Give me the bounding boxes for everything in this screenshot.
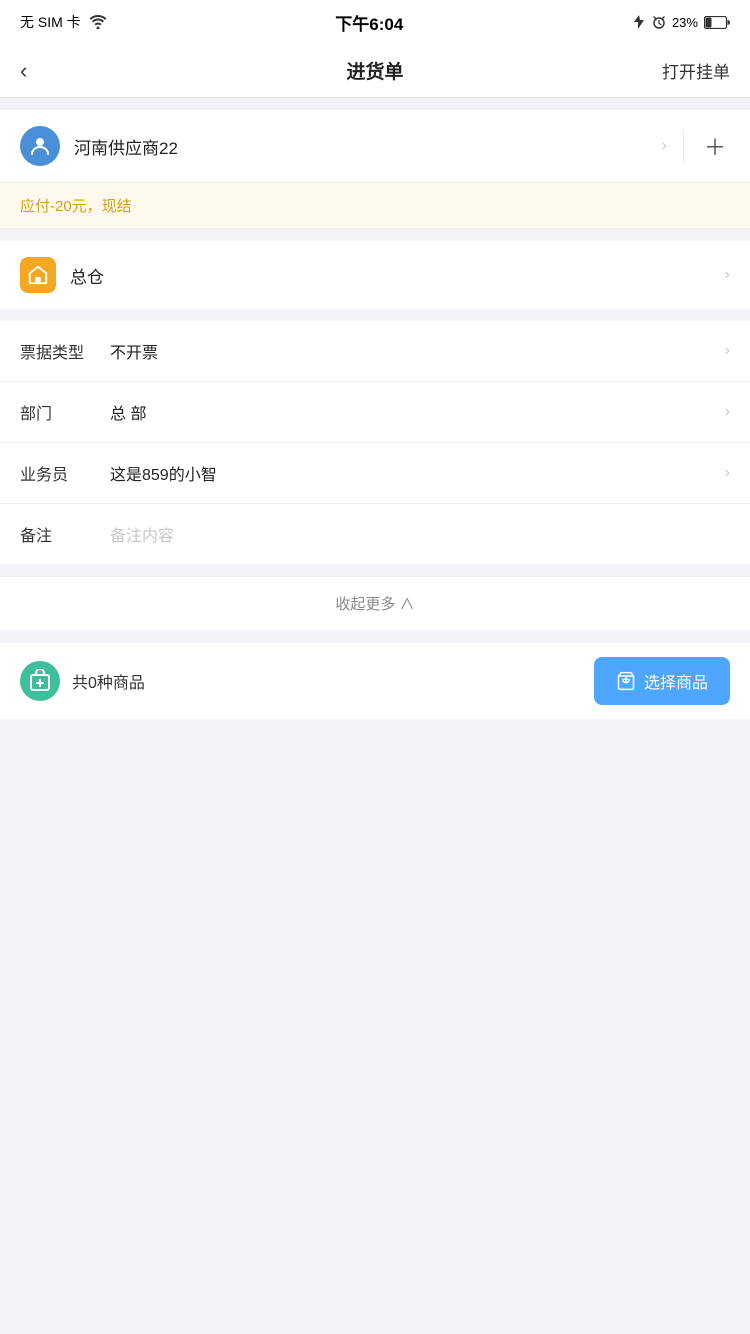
page-title: 进货单 [346,57,403,84]
battery-icon [704,16,730,29]
remark-row[interactable]: 备注 备注内容 [0,504,750,564]
warehouse-section: 总仓 › [0,241,750,309]
wifi-icon [89,15,107,29]
main-background [0,719,750,1019]
product-icon [20,661,60,701]
sales-rep-row[interactable]: 业务员 这是859的小智 › [0,443,750,504]
status-bar: 无 SIM 卡 下午6:04 23% [0,0,750,44]
ticket-type-label: 票据类型 [20,339,110,363]
select-product-button[interactable]: 选择商品 [594,657,730,705]
location-icon [632,15,646,29]
ticket-type-chevron-icon: › [725,342,730,360]
nav-bar: ‹ 进货单 打开挂单 [0,44,750,98]
remark-label: 备注 [20,522,110,546]
department-row[interactable]: 部门 总 部 › [0,382,750,443]
bottom-bar: 共0种商品 选择商品 [0,642,750,719]
collapse-label: 收起更多 ∧ [335,593,414,614]
ticket-type-row[interactable]: 票据类型 不开票 › [0,321,750,382]
supplier-avatar [20,126,60,166]
department-chevron-icon: › [725,403,730,421]
sales-rep-chevron-icon: › [725,464,730,482]
cart-icon [616,671,636,691]
sales-rep-value: 这是859的小智 [110,461,725,485]
status-time: 下午6:04 [335,10,403,35]
add-supplier-button[interactable]: ＋ [700,126,730,166]
warehouse-icon [20,257,56,293]
open-pending-button[interactable]: 打开挂单 [662,58,730,83]
collapse-row[interactable]: 收起更多 ∧ [0,576,750,630]
warehouse-chevron-icon: › [725,266,730,284]
form-section: 票据类型 不开票 › 部门 总 部 › 业务员 这是859的小智 › 备注 备注… [0,321,750,564]
supplier-notice: 应付-20元，现结 [0,183,750,229]
mid-divider1 [0,229,750,241]
top-divider [0,98,750,110]
select-product-label: 选择商品 [644,669,708,693]
supplier-section: 河南供应商22 › ＋ 应付-20元，现结 [0,110,750,229]
product-count-label: 共0种商品 [72,669,594,693]
ticket-type-value: 不开票 [110,339,725,363]
no-sim-label: 无 SIM 卡 [20,12,81,32]
supplier-row[interactable]: 河南供应商22 › ＋ [0,110,750,183]
alarm-icon [652,15,666,29]
sales-rep-label: 业务员 [20,461,110,485]
battery-text: 23% [672,15,698,30]
status-right: 23% [632,15,730,30]
status-left: 无 SIM 卡 [20,12,107,32]
department-value: 总 部 [110,400,725,424]
supplier-name: 河南供应商22 [74,134,662,159]
warehouse-row[interactable]: 总仓 › [0,241,750,309]
remark-input[interactable]: 备注内容 [110,522,730,546]
supplier-divider [683,130,684,162]
back-button[interactable]: ‹ [20,54,35,88]
warehouse-name: 总仓 [70,263,725,288]
supplier-chevron-icon: › [662,137,667,155]
department-label: 部门 [20,400,110,424]
